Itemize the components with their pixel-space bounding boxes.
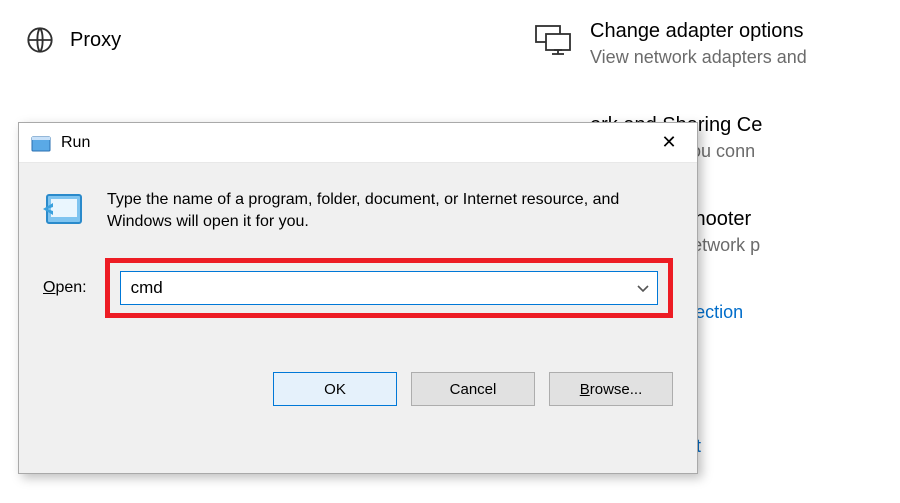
monitor-icon	[534, 24, 572, 58]
open-label: Open:	[43, 279, 87, 297]
settings-option-adapter[interactable]: Change adapter options View network adap…	[590, 20, 900, 68]
run-program-icon	[43, 187, 87, 231]
option-title: Change adapter options	[590, 20, 900, 43]
sidebar-item-label: Proxy	[70, 29, 121, 52]
option-subtitle: View network adapters and	[590, 47, 900, 68]
ok-button[interactable]: OK	[273, 372, 397, 406]
button-label-accel: B	[580, 381, 590, 398]
input-highlight	[105, 258, 673, 318]
run-description: Type the name of a program, folder, docu…	[107, 187, 673, 232]
run-title: Run	[61, 134, 645, 152]
button-label: OK	[324, 381, 346, 398]
browse-button[interactable]: Browse...	[549, 372, 673, 406]
chevron-down-icon[interactable]	[635, 280, 651, 296]
button-label: Cancel	[450, 381, 497, 398]
settings-sidebar-item-proxy[interactable]: Proxy	[26, 26, 121, 54]
run-dialog: Run ✕ Type the name of a program, folder…	[18, 122, 698, 474]
globe-icon	[26, 26, 54, 54]
close-icon: ✕	[661, 132, 676, 153]
button-label: rowse...	[590, 381, 643, 398]
open-combobox[interactable]	[120, 271, 658, 305]
open-input[interactable]	[131, 278, 635, 298]
run-titlebar[interactable]: Run ✕	[19, 123, 697, 163]
run-title-icon	[31, 134, 51, 152]
close-button[interactable]: ✕	[645, 125, 693, 161]
cancel-button[interactable]: Cancel	[411, 372, 535, 406]
